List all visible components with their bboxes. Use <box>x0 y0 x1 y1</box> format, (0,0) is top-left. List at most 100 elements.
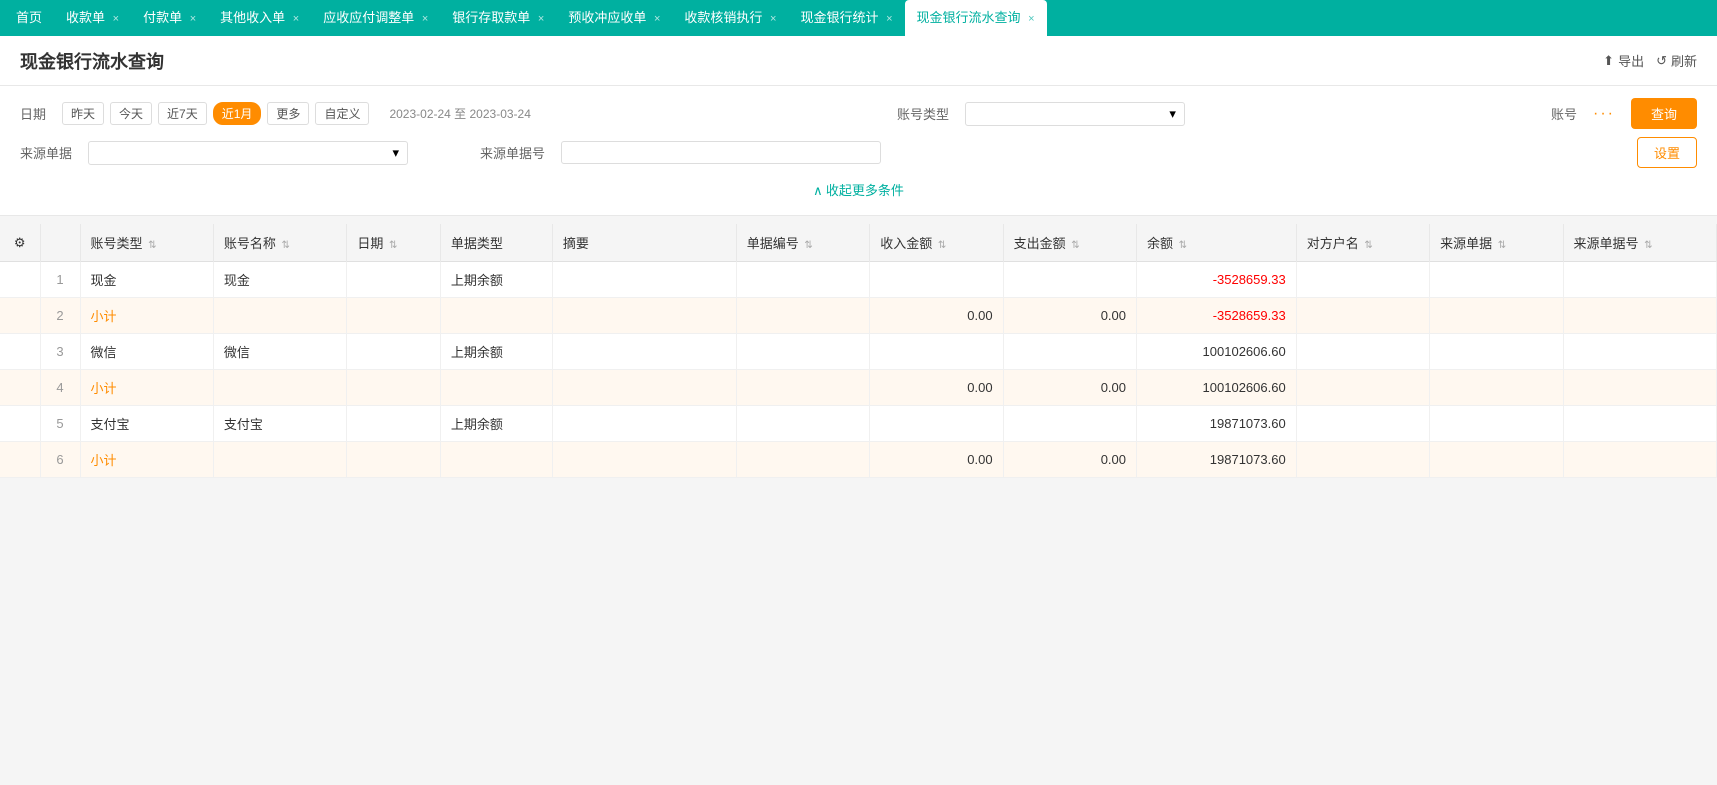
cell-expense <box>1003 406 1136 442</box>
cell-expense: 0.00 <box>1003 370 1136 406</box>
nav-cash-stats[interactable]: 现金银行统计 × <box>788 0 904 36</box>
table-row: 3微信微信上期余额100102606.60 <box>0 334 1717 370</box>
cell-doc-no <box>736 334 869 370</box>
cell-account-name <box>213 298 346 334</box>
cell-balance: 19871073.60 <box>1137 442 1297 478</box>
th-expense[interactable]: 支出金额 ⇅ <box>1003 224 1136 262</box>
th-income[interactable]: 收入金额 ⇅ <box>870 224 1003 262</box>
cell-doc-no <box>736 406 869 442</box>
table-row: 2小计0.000.00-3528659.33 <box>0 298 1717 334</box>
nav-other-income[interactable]: 其他收入单 × <box>208 0 311 36</box>
cell-source-doc-no <box>1563 442 1716 478</box>
account-type-select[interactable]: ▾ <box>965 102 1185 126</box>
cell-doc-type <box>440 442 552 478</box>
cell-expense: 0.00 <box>1003 442 1136 478</box>
cell-doc-type: 上期余额 <box>440 406 552 442</box>
date-custom[interactable]: 自定义 <box>315 102 369 125</box>
date-today[interactable]: 今天 <box>110 102 152 125</box>
data-table: ⚙ 账号类型 ⇅ 账号名称 ⇅ 日期 ⇅ 单据类型 摘要 单据编号 ⇅ 收入金额… <box>0 224 1717 478</box>
th-account-type[interactable]: 账号类型 ⇅ <box>80 224 213 262</box>
date-range-text: 2023-02-24 至 2023-03-24 <box>389 105 530 122</box>
cell-source-doc <box>1430 262 1563 298</box>
cell-expense: 0.00 <box>1003 298 1136 334</box>
cell-account-type: 小计 <box>80 442 213 478</box>
cell-seq: 2 <box>40 298 80 334</box>
export-button[interactable]: ⬆ 导出 <box>1603 51 1644 70</box>
cell-income: 0.00 <box>870 298 1003 334</box>
cell-seq: 6 <box>40 442 80 478</box>
cell-account-type: 微信 <box>80 334 213 370</box>
cell-seq: 1 <box>40 262 80 298</box>
close-icon[interactable]: × <box>293 13 299 25</box>
nav-ar-ap-adjust[interactable]: 应收应付调整单 × <box>311 0 440 36</box>
date-1month[interactable]: 近1月 <box>213 102 262 125</box>
cell-account-name: 微信 <box>213 334 346 370</box>
gear-icon[interactable]: ⚙ <box>14 235 26 250</box>
nav-home[interactable]: 首页 <box>4 0 54 36</box>
th-source-doc[interactable]: 来源单据 ⇅ <box>1430 224 1563 262</box>
cell-source-doc-no <box>1563 262 1716 298</box>
cell-source-doc-no <box>1563 334 1716 370</box>
close-icon[interactable]: × <box>538 13 544 25</box>
cell-balance: -3528659.33 <box>1137 262 1297 298</box>
cell-summary <box>552 334 736 370</box>
close-icon[interactable]: × <box>113 13 119 25</box>
close-icon[interactable]: × <box>770 13 776 25</box>
th-settings[interactable]: ⚙ <box>0 224 40 262</box>
page-header: 现金银行流水查询 ⬆ 导出 ↺ 刷新 <box>0 36 1717 86</box>
cell-date <box>347 298 441 334</box>
collapse-bar[interactable]: ∧ 收起更多条件 <box>20 176 1697 203</box>
cell-settings <box>0 406 40 442</box>
th-date[interactable]: 日期 ⇅ <box>347 224 441 262</box>
close-icon[interactable]: × <box>654 13 660 25</box>
cell-income <box>870 334 1003 370</box>
cell-seq: 4 <box>40 370 80 406</box>
cell-counterparty <box>1296 442 1429 478</box>
filter-area: 日期 昨天 今天 近7天 近1月 更多 自定义 2023-02-24 至 202… <box>0 86 1717 216</box>
table-row: 1现金现金上期余额-3528659.33 <box>0 262 1717 298</box>
date-yesterday[interactable]: 昨天 <box>62 102 104 125</box>
refresh-icon: ↺ <box>1656 53 1667 69</box>
cell-date <box>347 406 441 442</box>
th-doc-no[interactable]: 单据编号 ⇅ <box>736 224 869 262</box>
cell-counterparty <box>1296 334 1429 370</box>
nav-bank-deposit[interactable]: 银行存取款单 × <box>440 0 556 36</box>
th-source-doc-no[interactable]: 来源单据号 ⇅ <box>1563 224 1716 262</box>
th-balance[interactable]: 余额 ⇅ <box>1137 224 1297 262</box>
cell-settings <box>0 262 40 298</box>
cell-summary <box>552 370 736 406</box>
close-icon[interactable]: × <box>1028 13 1034 25</box>
th-account-name[interactable]: 账号名称 ⇅ <box>213 224 346 262</box>
source-doc-num-input[interactable] <box>561 141 881 164</box>
nav-collection[interactable]: 收款核销执行 × <box>672 0 788 36</box>
cell-account-name: 支付宝 <box>213 406 346 442</box>
settings-button[interactable]: 设置 <box>1637 137 1697 168</box>
source-doc-select[interactable]: ▾ <box>88 141 408 165</box>
query-button[interactable]: 查询 <box>1631 98 1697 129</box>
filter-row-1: 日期 昨天 今天 近7天 近1月 更多 自定义 2023-02-24 至 202… <box>20 98 1697 129</box>
nav-payment[interactable]: 付款单 × <box>131 0 208 36</box>
cell-account-type: 小计 <box>80 298 213 334</box>
cell-counterparty <box>1296 406 1429 442</box>
cell-date <box>347 442 441 478</box>
date-7days[interactable]: 近7天 <box>158 102 207 125</box>
refresh-button[interactable]: ↺ 刷新 <box>1656 51 1697 70</box>
th-counterparty[interactable]: 对方户名 ⇅ <box>1296 224 1429 262</box>
close-icon[interactable]: × <box>190 13 196 25</box>
account-dots[interactable]: ··· <box>1593 105 1615 123</box>
date-more[interactable]: 更多 <box>267 102 309 125</box>
cell-doc-type: 上期余额 <box>440 262 552 298</box>
cell-balance: -3528659.33 <box>1137 298 1297 334</box>
nav-cash-flow-query[interactable]: 现金银行流水查询 × <box>905 0 1047 36</box>
close-icon[interactable]: × <box>422 13 428 25</box>
th-seq <box>40 224 80 262</box>
table-row: 6小计0.000.0019871073.60 <box>0 442 1717 478</box>
nav-prepayment[interactable]: 预收冲应收单 × <box>556 0 672 36</box>
nav-receipt[interactable]: 收款单 × <box>54 0 131 36</box>
close-icon[interactable]: × <box>886 13 892 25</box>
table-header-row: ⚙ 账号类型 ⇅ 账号名称 ⇅ 日期 ⇅ 单据类型 摘要 单据编号 ⇅ 收入金额… <box>0 224 1717 262</box>
cell-doc-type: 上期余额 <box>440 334 552 370</box>
filter-row-2: 来源单据 ▾ 来源单据号 设置 <box>20 137 1697 168</box>
th-doc-type: 单据类型 <box>440 224 552 262</box>
cell-doc-no <box>736 370 869 406</box>
